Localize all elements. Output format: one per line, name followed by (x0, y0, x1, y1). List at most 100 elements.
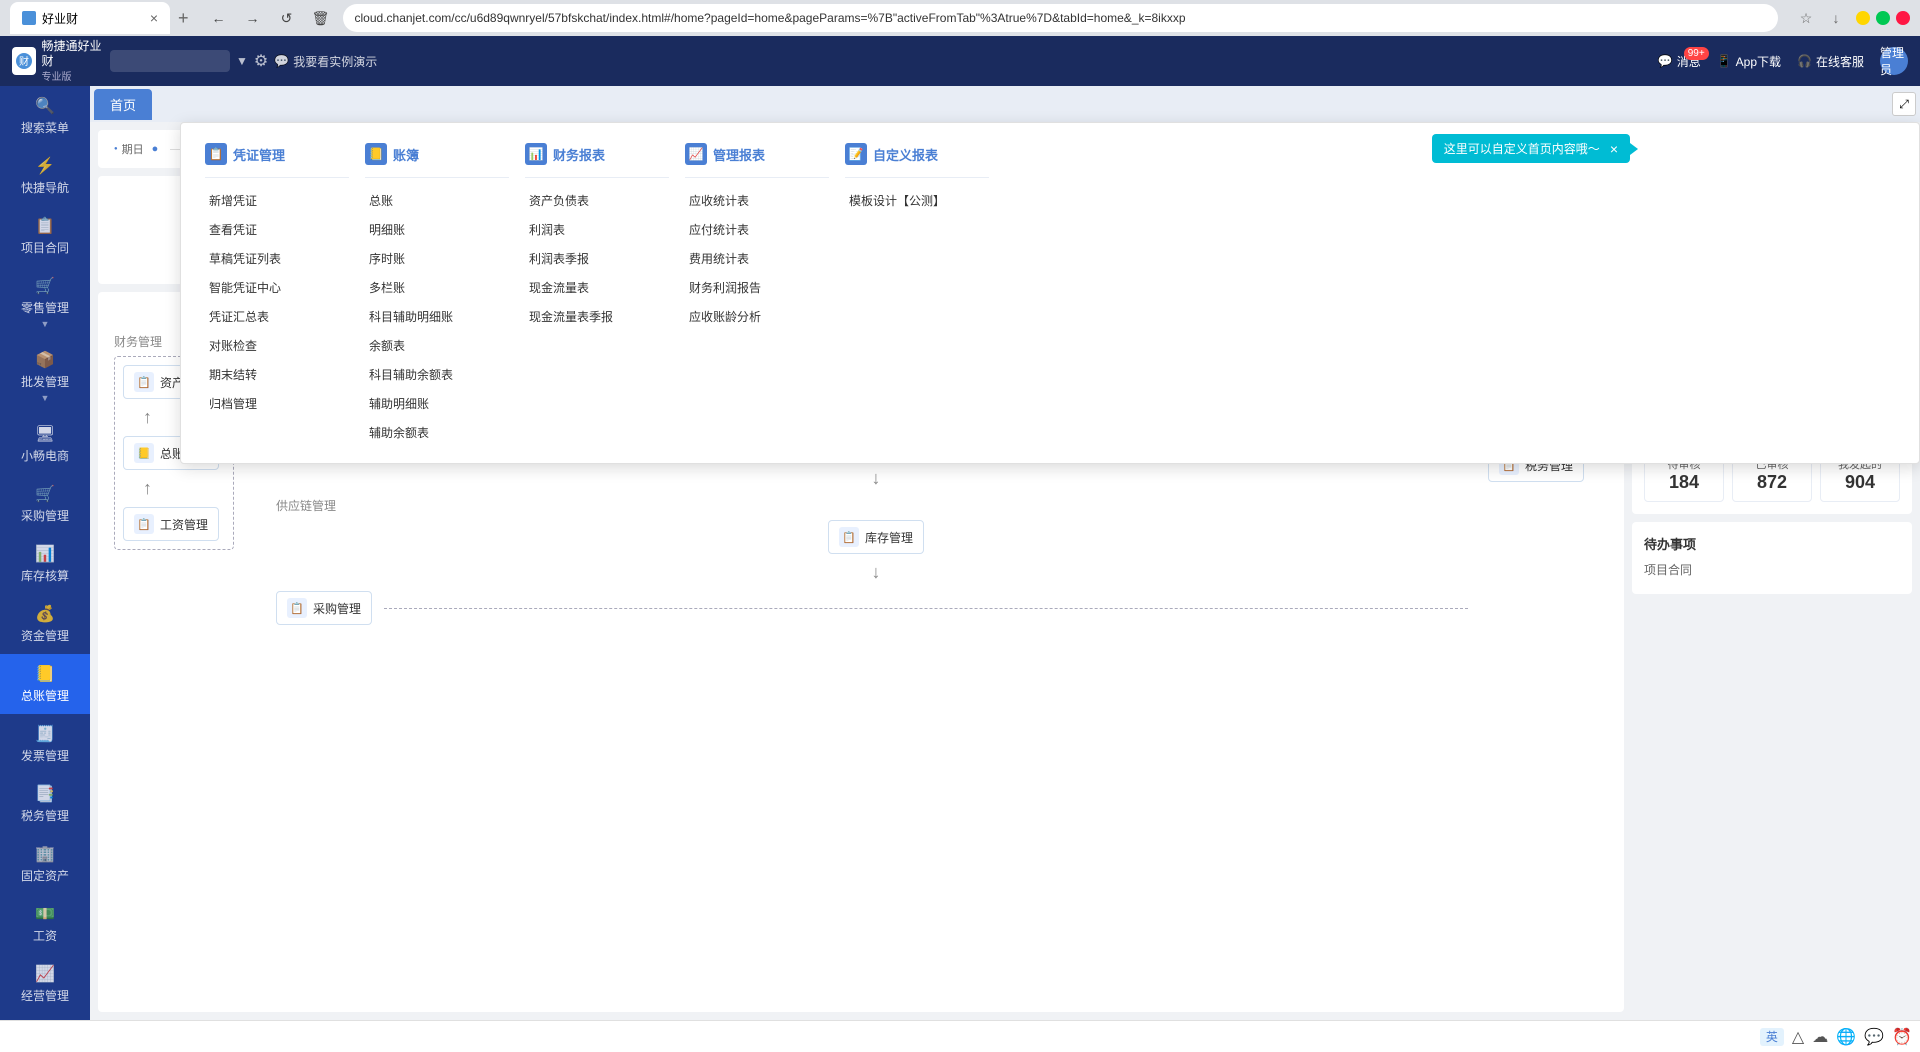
sidebar-item-wholesale[interactable]: 📦 批发管理 ▼ (0, 340, 90, 414)
menu-item-draft-voucher[interactable]: 草稿凭证列表 (205, 244, 349, 273)
sidebar-item-purchase[interactable]: 🛒 采购管理 (0, 474, 90, 534)
bookmark-btn[interactable]: ☆ (1794, 6, 1818, 30)
address-bar[interactable] (343, 4, 1778, 32)
menu-col-ledger: 📒 账簿 总账 明细账 序时账 多栏账 科目辅助明细账 余额表 科目辅助余额表 … (357, 139, 517, 447)
browser-controls: ← → ↺ 🗑 (205, 4, 335, 32)
forward-btn[interactable]: → (239, 4, 267, 32)
sidebar-item-invoice[interactable]: 🧾 发票管理 (0, 714, 90, 774)
step-dot-0: ● (114, 146, 118, 152)
win-maximize-btn[interactable] (1876, 11, 1890, 25)
inventory-icon: 📊 (4, 544, 86, 564)
financial-header-icon: 📊 (525, 143, 547, 165)
pending-item-0[interactable]: 项目合同 (1644, 557, 1900, 582)
sidebar-item-finance[interactable]: 💰 资金管理 (0, 594, 90, 654)
sidebar-item-ops[interactable]: 📈 经营管理 (0, 954, 90, 1014)
menu-item-aux-balance[interactable]: 辅助余额表 (365, 418, 509, 447)
supply-label: 供应链管理 (276, 497, 1476, 514)
win-close-btn[interactable] (1896, 11, 1910, 25)
menu-item-profit-quarterly[interactable]: 利润表季报 (525, 244, 669, 273)
menu-item-cost-stats[interactable]: 费用统计表 (685, 244, 829, 273)
sidebar-item-retail[interactable]: 🛒 零售管理 ▼ (0, 266, 90, 340)
sidebar-ecommerce-label: 小畅电商 (4, 447, 86, 464)
menu-col-management-report: 📈 管理报表 应收统计表 应付统计表 费用统计表 财务利润报告 应收账龄分析 (677, 139, 837, 447)
top-gear-btn[interactable]: ⚙ (254, 51, 268, 71)
sidebar-item-inventory[interactable]: 📊 库存核算 (0, 534, 90, 594)
purchase-icon: 🛒 (4, 484, 86, 504)
top-dropdown-btn[interactable]: ▼ (236, 54, 248, 68)
taskbar-icon-3[interactable]: 🌐 (1836, 1027, 1856, 1047)
refresh-btn[interactable]: ↺ (273, 4, 301, 32)
sidebar-item-ecommerce[interactable]: 🖥 小畅电商 (0, 414, 90, 474)
sidebar-accounting-label: 总账管理 (4, 687, 86, 704)
menu-item-time-ledger[interactable]: 序时账 (365, 244, 509, 273)
new-tab-btn[interactable]: + (178, 8, 189, 29)
menu-item-aux-detail[interactable]: 辅助明细账 (365, 389, 509, 418)
menu-item-subject-detail[interactable]: 科目辅助明细账 (365, 302, 509, 331)
menu-item-subject-balance[interactable]: 科目辅助余额表 (365, 360, 509, 389)
demo-btn[interactable]: 💬 我要看实例演示 (274, 53, 377, 70)
delete-btn[interactable]: 🗑 (307, 4, 335, 32)
user-avatar-btn[interactable]: 管理员 (1880, 47, 1908, 75)
taskbar-icon-5[interactable]: ⏰ (1892, 1027, 1912, 1047)
pending-card: 待办事项 项目合同 (1632, 522, 1912, 594)
svg-text:财: 财 (19, 55, 29, 68)
sidebar-item-project[interactable]: 📋 项目合同 (0, 206, 90, 266)
sidebar-item-search[interactable]: 🔍 搜索菜单 (0, 86, 90, 146)
menu-item-cash-flow[interactable]: 现金流量表 (525, 273, 669, 302)
taskbar-lang-btn[interactable]: 英 (1760, 1028, 1784, 1046)
tab-close-btn[interactable]: × (150, 10, 158, 26)
menu-item-period-close[interactable]: 期末结转 (205, 360, 349, 389)
expand-btn[interactable]: ⤢ (1892, 92, 1916, 116)
sidebar-item-shortcut[interactable]: ⚡ 快捷导航 (0, 146, 90, 206)
inventory-icon: 📋 (839, 527, 859, 547)
menu-item-add-voucher[interactable]: 新增凭证 (205, 186, 349, 215)
sidebar-item-tax[interactable]: 📑 税务管理 (0, 774, 90, 834)
back-btn[interactable]: ← (205, 4, 233, 32)
win-minimize-btn[interactable] (1856, 11, 1870, 25)
demo-text: 我要看实例演示 (293, 53, 377, 70)
taskbar-icon-2[interactable]: ☁ (1812, 1027, 1828, 1047)
sidebar-salary-label: 工资 (4, 927, 86, 944)
sidebar-item-fixed[interactable]: 🏢 固定资产 (0, 834, 90, 894)
menu-item-receivable-stats[interactable]: 应收统计表 (685, 186, 829, 215)
menu-item-balance-sheet[interactable]: 资产负债表 (525, 186, 669, 215)
sidebar-item-salary[interactable]: 💵 工资 (0, 894, 90, 954)
menu-item-payable-stats[interactable]: 应付统计表 (685, 215, 829, 244)
menu-item-detail-ledger[interactable]: 明细账 (365, 215, 509, 244)
sidebar: 🔍 搜索菜单 ⚡ 快捷导航 📋 项目合同 🛒 零售管理 ▼ 📦 批发管理 ▼ (0, 86, 90, 1020)
shortcut-icon: ⚡ (4, 156, 86, 176)
home-tab[interactable]: 首页 (94, 89, 152, 120)
top-search-input[interactable] (110, 50, 230, 72)
menu-item-balance[interactable]: 余额表 (365, 331, 509, 360)
sidebar-project-label: 项目合同 (4, 239, 86, 256)
sidebar-item-accounting[interactable]: 📒 总账管理 (0, 654, 90, 714)
menu-item-template-design[interactable]: 模板设计【公测】 (845, 186, 989, 215)
menu-item-receivable-aging[interactable]: 应收账龄分析 (685, 302, 829, 331)
sidebar-fixed-label: 固定资产 (4, 867, 86, 884)
online-service-btn[interactable]: 🎧 在线客服 (1797, 53, 1864, 70)
purchase-flow-icon: 📋 (287, 598, 307, 618)
purchase-box[interactable]: 📋 采购管理 (276, 591, 372, 625)
menu-item-cash-flow-quarterly[interactable]: 现金流量表季报 (525, 302, 669, 331)
menu-item-general-ledger[interactable]: 总账 (365, 186, 509, 215)
menu-item-profit-report[interactable]: 财务利润报告 (685, 273, 829, 302)
taskbar-icon-4[interactable]: 💬 (1864, 1027, 1884, 1047)
menu-item-smart-voucher[interactable]: 智能凭证中心 (205, 273, 349, 302)
app-download-btn[interactable]: 📱 App下载 (1717, 53, 1781, 70)
message-btn[interactable]: 💬 消息 99+ (1658, 53, 1701, 70)
logo-area: 财 畅捷通好业财 专业版 (12, 39, 102, 83)
logo-text-area: 畅捷通好业财 专业版 (42, 39, 102, 83)
taskbar-icon-1[interactable]: △ (1792, 1027, 1804, 1047)
menu-item-view-voucher[interactable]: 查看凭证 (205, 215, 349, 244)
salary-box[interactable]: 📋 工资管理 (123, 507, 219, 541)
menu-item-reconcile[interactable]: 对账检查 (205, 331, 349, 360)
menu-item-profit[interactable]: 利润表 (525, 215, 669, 244)
menu-col-header-management: 📈 管理报表 (685, 139, 829, 178)
menu-item-archive[interactable]: 归档管理 (205, 389, 349, 418)
menu-item-voucher-summary[interactable]: 凭证汇总表 (205, 302, 349, 331)
browser-tab[interactable]: 好业财 × (10, 2, 170, 34)
download-btn[interactable]: ↓ (1824, 6, 1848, 30)
inventory-box[interactable]: 📋 库存管理 (828, 520, 924, 554)
menu-item-multi-ledger[interactable]: 多栏账 (365, 273, 509, 302)
tip-close-btn[interactable]: × (1610, 141, 1618, 157)
